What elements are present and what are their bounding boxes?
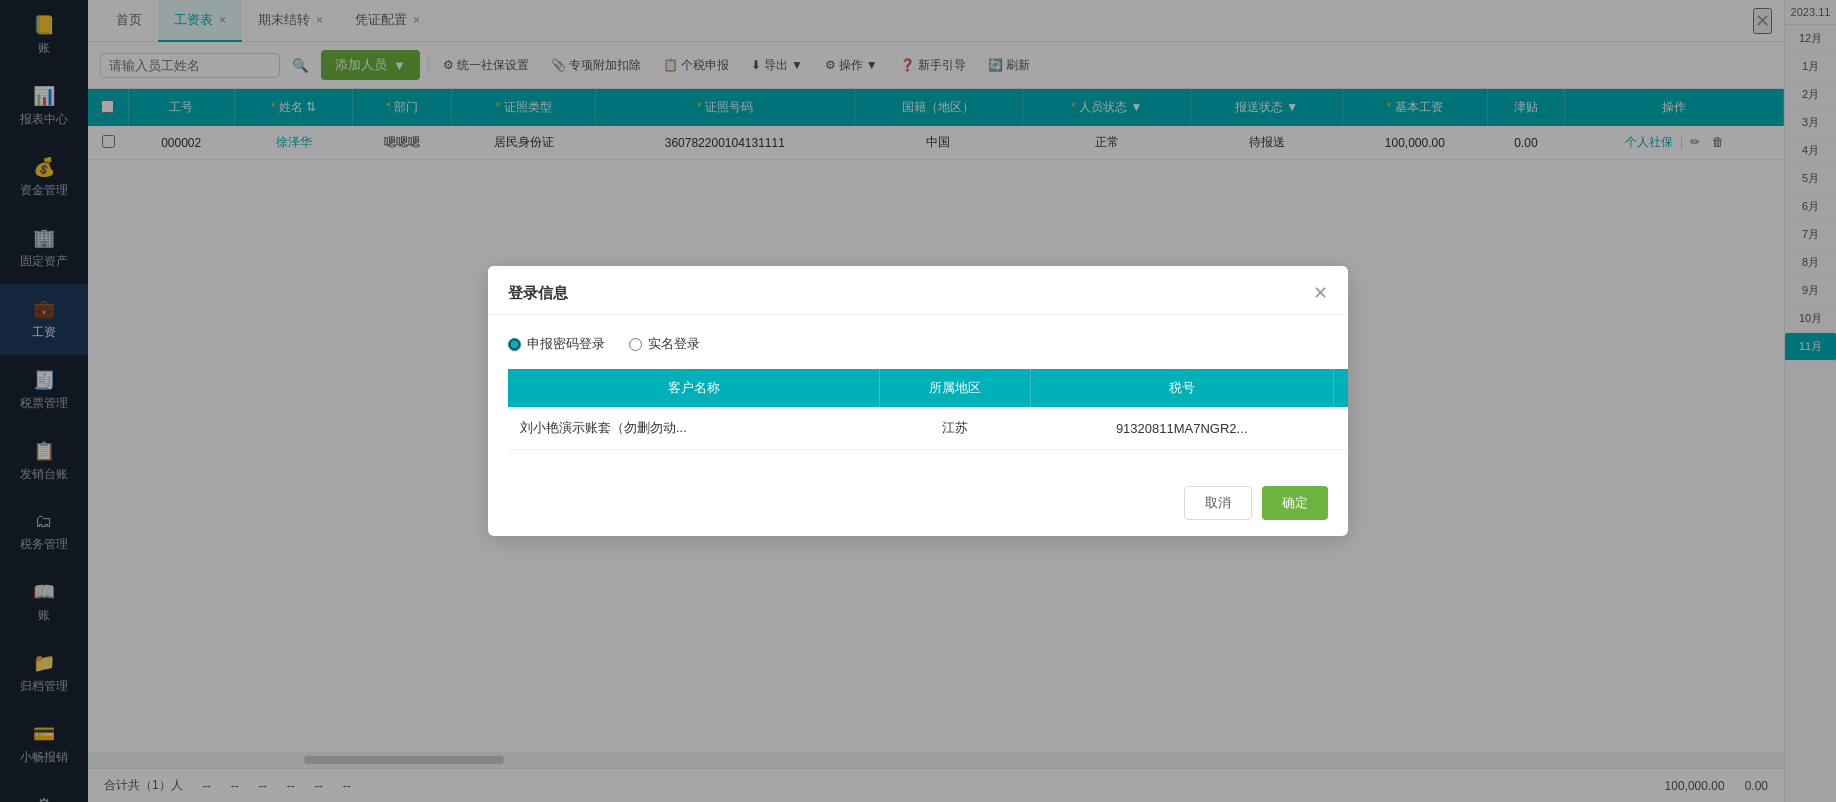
- dialog-body: 申报密码登录 实名登录 客户名称 所属地区 税号 个税密码: [488, 315, 1348, 470]
- dialog-col-tax-no: 税号: [1030, 369, 1333, 407]
- dialog-footer: 取消 确定: [488, 470, 1348, 536]
- radio-password-input[interactable]: [508, 338, 521, 351]
- dialog-overlay: 登录信息 ✕ 申报密码登录 实名登录 客户名称 所属地区: [0, 0, 1836, 802]
- radio-realname-input[interactable]: [629, 338, 642, 351]
- radio-realname-label: 实名登录: [648, 335, 700, 353]
- dialog-row-tax-no: 91320811MA7NGR2...: [1030, 407, 1333, 450]
- dialog-col-region: 所属地区: [880, 369, 1030, 407]
- confirm-button[interactable]: 确定: [1262, 486, 1328, 520]
- tax-password-input[interactable]: [1345, 421, 1348, 436]
- dialog-col-password: 个税密码: [1333, 369, 1348, 407]
- dialog-row-region: 江苏: [880, 407, 1030, 450]
- cancel-button[interactable]: 取消: [1184, 486, 1252, 520]
- dialog-table-row: 刘小艳演示账套（勿删勿动... 江苏 91320811MA7NGR2...: [508, 407, 1348, 450]
- dialog-row-name: 刘小艳演示账套（勿删勿动...: [508, 407, 880, 450]
- login-dialog: 登录信息 ✕ 申报密码登录 实名登录 客户名称 所属地区: [488, 266, 1348, 536]
- dialog-close-button[interactable]: ✕: [1313, 282, 1328, 304]
- radio-password-label: 申报密码登录: [527, 335, 605, 353]
- login-type-radio-group: 申报密码登录 实名登录: [508, 335, 1328, 353]
- dialog-header: 登录信息 ✕: [488, 266, 1348, 315]
- radio-realname-login[interactable]: 实名登录: [629, 335, 700, 353]
- dialog-data-table: 客户名称 所属地区 税号 个税密码 刘小艳演示账套（勿删勿动... 江苏 913…: [508, 369, 1348, 450]
- dialog-col-name: 客户名称: [508, 369, 880, 407]
- dialog-title: 登录信息: [508, 284, 568, 303]
- dialog-row-password-cell: [1333, 407, 1348, 450]
- radio-password-login[interactable]: 申报密码登录: [508, 335, 605, 353]
